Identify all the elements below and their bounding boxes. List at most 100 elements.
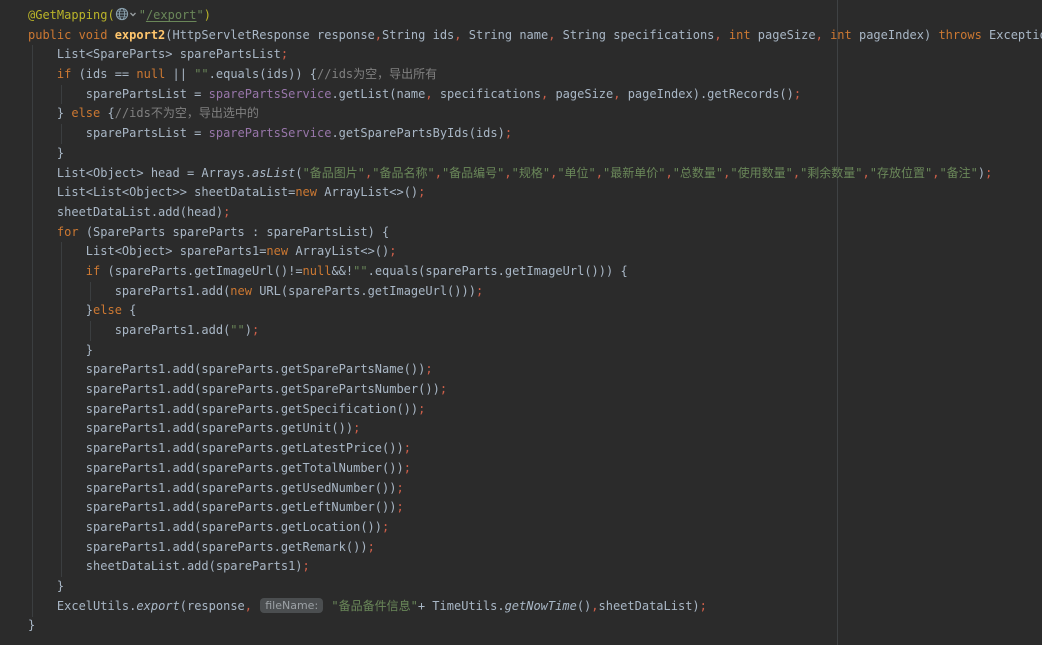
code-token: )	[203, 8, 211, 22]
code-token: }	[85, 303, 94, 318]
code-token: int	[830, 27, 852, 42]
code-line-26[interactable]: spareParts1.add(spareParts.getLeftNumber…	[28, 498, 1042, 518]
code-token: ;	[280, 47, 289, 62]
code-line-32[interactable]: }	[28, 616, 1042, 636]
code-token: "存放位置"	[869, 165, 933, 180]
code-token: ;	[302, 559, 310, 574]
code-token: ""	[194, 67, 209, 82]
code-line-24[interactable]: spareParts1.add(spareParts.getTotalNumbe…	[28, 459, 1042, 479]
code-token: ;	[418, 401, 426, 416]
code-token: ;	[699, 598, 707, 613]
code-line-4[interactable]: if (ids == null || "".equals(ids)) {//id…	[28, 65, 1042, 85]
code-line-28[interactable]: spareParts1.add(spareParts.getRemark());	[28, 538, 1042, 558]
parameter-name-hint: fileName:	[260, 597, 324, 613]
code-token: ,	[665, 165, 673, 180]
code-token: "备品名称"	[372, 165, 435, 180]
code-line-8[interactable]: }	[28, 144, 1042, 164]
code-token: public void	[28, 27, 115, 42]
code-token: &&!	[331, 263, 354, 278]
code-area[interactable]: @GetMapping("/export") public void export…	[28, 6, 1042, 636]
code-token: sparePartsList =	[85, 126, 209, 141]
code-line-25[interactable]: spareParts1.add(spareParts.getUsedNumber…	[28, 479, 1042, 499]
code-token: ;	[475, 283, 484, 298]
code-token: for	[56, 224, 79, 239]
code-line-16[interactable]: }else {	[28, 301, 1042, 321]
code-token: spareParts1.add(spareParts.getSpareParts…	[85, 382, 440, 397]
code-token: ,	[815, 27, 823, 42]
code-line-14[interactable]: if (spareParts.getImageUrl()!=null&&!"".…	[28, 262, 1042, 282]
code-token: ()	[576, 598, 592, 613]
code-token: }	[28, 618, 36, 633]
code-line-27[interactable]: spareParts1.add(spareParts.getLocation()…	[28, 518, 1042, 538]
code-line-6[interactable]: } else {//ids不为空，导出选中的	[28, 104, 1042, 124]
code-token: spareParts1.add(spareParts.getLeftNumber…	[85, 500, 397, 515]
code-token: Exception{	[989, 27, 1042, 42]
code-line-21[interactable]: spareParts1.add(spareParts.getSpecificat…	[28, 400, 1042, 420]
code-token: ;	[793, 86, 802, 101]
code-token: )	[244, 323, 252, 337]
code-line-13[interactable]: List<Object> spareParts1=new ArrayList<>…	[28, 242, 1042, 262]
code-line-11[interactable]: sheetDataList.add(head);	[28, 203, 1042, 223]
code-token: spareParts1.add(spareParts.getUnit())	[85, 421, 354, 436]
code-token: null	[302, 263, 332, 278]
code-editor[interactable]: @GetMapping("/export") public void export…	[0, 0, 1042, 645]
code-line-23[interactable]: spareParts1.add(spareParts.getLatestPric…	[28, 439, 1042, 459]
code-token: ;	[353, 421, 361, 436]
code-line-18[interactable]: }	[28, 341, 1042, 361]
rest-endpoint-globe-icon[interactable]	[115, 7, 139, 21]
code-token: ,	[454, 27, 462, 42]
code-line-29[interactable]: sheetDataList.add(spareParts1);	[28, 557, 1042, 577]
code-token: ;	[389, 244, 397, 259]
code-token: "备品图片"	[302, 165, 366, 180]
code-token: "	[138, 8, 146, 22]
code-line-1[interactable]: @GetMapping("/export")	[28, 6, 1042, 26]
code-token: ;	[396, 500, 404, 515]
code-token: String specifications	[555, 27, 715, 42]
code-token: "备品编号"	[441, 165, 505, 180]
code-line-15[interactable]: spareParts1.add(new URL(spareParts.getIm…	[28, 282, 1042, 302]
chevron-down-icon	[129, 12, 136, 17]
code-line-9[interactable]: List<Object> head = Arrays.asList("备品图片"…	[28, 164, 1042, 184]
code-line-7[interactable]: sparePartsList = sparePartsService.getSp…	[28, 124, 1042, 144]
code-token: ;	[418, 185, 426, 200]
code-line-22[interactable]: spareParts1.add(spareParts.getUnit());	[28, 419, 1042, 439]
code-token: (spareParts.getImageUrl()!=	[100, 263, 303, 278]
code-token: {	[100, 106, 115, 121]
code-token: .getSparePartsByIds(ids)	[331, 126, 505, 141]
code-line-17[interactable]: spareParts1.add("");	[28, 321, 1042, 341]
code-line-2[interactable]: public void export2(HttpServletResponse …	[28, 26, 1042, 46]
code-line-19[interactable]: spareParts1.add(spareParts.getSpareParts…	[28, 360, 1042, 380]
code-token: throws	[938, 27, 982, 42]
code-token: ,	[434, 165, 442, 180]
code-line-10[interactable]: List<List<Object>> sheetDataList=new Arr…	[28, 183, 1042, 203]
code-token: "最新单价"	[603, 165, 666, 180]
code-line-12[interactable]: for (SpareParts spareParts : sparePartsL…	[28, 223, 1042, 243]
code-token: ;	[396, 480, 404, 495]
code-token: ArrayList<>()	[317, 185, 419, 200]
code-token: ""	[230, 323, 245, 337]
code-token: "使用数量"	[730, 165, 793, 180]
code-line-20[interactable]: spareParts1.add(spareParts.getSpareParts…	[28, 380, 1042, 400]
code-token: sparePartsService	[208, 126, 332, 141]
code-token: ExcelUtils.	[56, 598, 137, 613]
code-token: new	[266, 244, 289, 259]
code-line-3[interactable]: List<SpareParts> sparePartsList;	[28, 45, 1042, 65]
code-line-31[interactable]: ExcelUtils.export(response, fileName: "备…	[28, 597, 1042, 617]
code-line-30[interactable]: }	[28, 577, 1042, 597]
code-token: List<Object> head = Arrays.	[56, 165, 252, 180]
code-line-5[interactable]: sparePartsList = sparePartsService.getLi…	[28, 85, 1042, 105]
